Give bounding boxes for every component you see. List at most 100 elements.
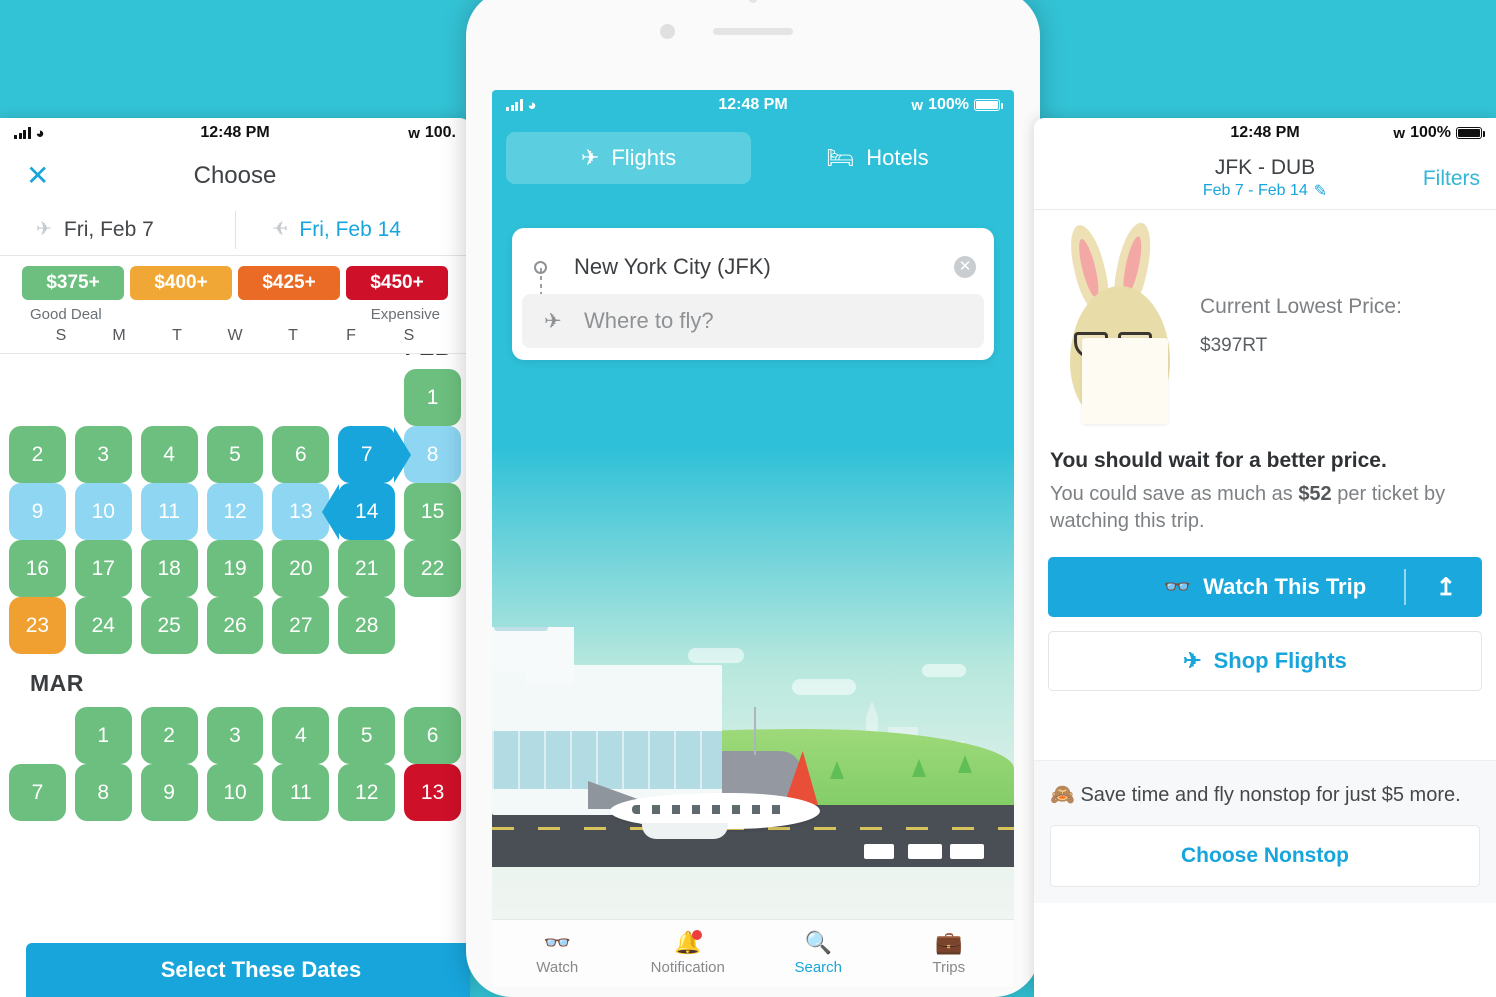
- signal-bars-icon: [506, 99, 523, 111]
- center-phone-device: ◕ 12:48 PM w 100% ✈ Flights 🛏 Hotels New Yo…: [466, 0, 1040, 997]
- calendar-day-feb-9[interactable]: 9: [9, 483, 66, 540]
- calendar-day-feb-18[interactable]: 18: [140, 540, 198, 597]
- calendar-day-feb-17[interactable]: 17: [74, 540, 132, 597]
- calendar-day-feb-8[interactable]: 8: [404, 426, 461, 483]
- calendar-day-feb-21[interactable]: 21: [338, 540, 396, 597]
- calendar-day-feb-26[interactable]: 26: [206, 597, 264, 654]
- date-range-tabs: ✈ Fri, Feb 7 ✈ Fri, Feb 14: [0, 204, 470, 256]
- calendar-day-feb-25[interactable]: 25: [140, 597, 198, 654]
- left-status-bar: ◕ 12:48 PM w 100.: [0, 118, 470, 148]
- close-icon[interactable]: ✕: [26, 162, 49, 190]
- tab-watch[interactable]: 👓 Watch: [492, 920, 623, 987]
- calendar-day-mar-4[interactable]: 4: [272, 707, 330, 764]
- calendar-scroll-area[interactable]: FEB1234567891011121314151617181920212223…: [0, 354, 470, 916]
- calendar-day-feb-12[interactable]: 12: [206, 483, 264, 540]
- share-icon[interactable]: ↥: [1436, 573, 1456, 602]
- pencil-icon[interactable]: ✎: [1314, 181, 1327, 201]
- calendar-day-feb-7[interactable]: 7: [338, 426, 396, 483]
- calendar-day-mar-8[interactable]: 8: [74, 764, 132, 821]
- tab-search[interactable]: 🔍 Search: [753, 920, 884, 987]
- calendar-day-mar-5[interactable]: 5: [338, 707, 396, 764]
- shop-flights-label: Shop Flights: [1213, 648, 1347, 673]
- advice-savings-amount: $52: [1298, 483, 1332, 505]
- screenshot-stage: ◕ 12:48 PM w 100. ✕ Choose ✈ Fri, Feb 7 …: [0, 0, 1496, 997]
- calendar-day-feb-16[interactable]: 16: [9, 540, 66, 597]
- watch-this-trip-button[interactable]: 👓 Watch This Trip ↥: [1048, 557, 1482, 617]
- current-lowest-price-value: $397RT: [1200, 321, 1402, 360]
- calendar-day-mar-6[interactable]: 6: [404, 707, 461, 764]
- calendar-week-row: 123456: [0, 707, 470, 764]
- calendar-day-feb-23[interactable]: 23: [9, 597, 66, 654]
- front-camera-icon: [660, 24, 675, 39]
- magnifier-icon: 🔍: [804, 929, 832, 955]
- choose-nonstop-button[interactable]: Choose Nonstop: [1050, 825, 1480, 887]
- calendar-day-feb-28[interactable]: 28: [338, 597, 396, 654]
- tab-notification[interactable]: 🔔 Notification: [623, 920, 754, 987]
- right-status-bar: 12:48 PM w 100%: [1034, 118, 1496, 148]
- calendar-day-feb-19[interactable]: 19: [206, 540, 264, 597]
- price-legend-chip-3: $450+: [346, 266, 448, 300]
- status-left-group: ◕: [506, 98, 537, 113]
- airport-terminal-illustration: [492, 627, 1014, 867]
- tab-label: Watch: [536, 958, 579, 976]
- calendar-day-feb-1[interactable]: 1: [404, 369, 461, 426]
- destination-placeholder: Where to fly?: [584, 308, 714, 333]
- wifi-icon: ◕: [527, 96, 537, 114]
- calendar-day-feb-22[interactable]: 22: [404, 540, 461, 597]
- binoculars-icon: 👓: [1163, 574, 1192, 599]
- flights-hotels-segmented-control: ✈ Flights 🛏 Hotels: [492, 120, 1014, 184]
- calendar-day-feb-3[interactable]: 3: [74, 426, 132, 483]
- clear-circle-icon[interactable]: ✕: [954, 256, 976, 278]
- calendar-day-feb-13[interactable]: 13: [272, 483, 330, 540]
- status-time: 12:48 PM: [200, 124, 270, 141]
- calendar-day-feb-11[interactable]: 11: [140, 483, 198, 540]
- calendar-day-feb-15[interactable]: 15: [404, 483, 461, 540]
- depart-date-label: Fri, Feb 7: [63, 217, 154, 241]
- return-date-tab[interactable]: ✈ Fri, Feb 14: [236, 218, 471, 242]
- day-header-6: S: [403, 327, 415, 344]
- tab-label: Notification: [650, 958, 725, 976]
- status-right-group: w 100%: [1393, 124, 1485, 142]
- calendar-day-feb-2[interactable]: 2: [9, 426, 66, 483]
- plane-return-icon: ✈: [271, 219, 288, 240]
- calendar-day-empty: [75, 369, 132, 426]
- calendar-day-empty: [338, 369, 395, 426]
- calendar-day-mar-9[interactable]: 9: [140, 764, 198, 821]
- date-range-edit[interactable]: Feb 7 - Feb 14 ✎: [1203, 181, 1327, 201]
- filters-button[interactable]: Filters: [1423, 167, 1480, 191]
- calendar-day-mar-3[interactable]: 3: [206, 707, 264, 764]
- status-right-group: w 100.: [408, 124, 456, 142]
- calendar-day-mar-12[interactable]: 12: [338, 764, 396, 821]
- calendar-day-feb-5[interactable]: 5: [206, 426, 264, 483]
- tab-trips[interactable]: 💼 Trips: [884, 920, 1015, 987]
- calendar-day-mar-13[interactable]: 13: [404, 764, 461, 821]
- center-phone-screen: ◕ 12:48 PM w 100% ✈ Flights 🛏 Hotels New Yo…: [492, 90, 1014, 939]
- calendar-day-feb-20[interactable]: 20: [272, 540, 330, 597]
- segment-hotels[interactable]: 🛏 Hotels: [755, 132, 1000, 184]
- select-these-dates-button[interactable]: Select These Dates: [26, 943, 470, 997]
- depart-date-tab[interactable]: ✈ Fri, Feb 7: [0, 218, 235, 242]
- center-status-bar: ◕ 12:48 PM w 100%: [492, 90, 1014, 120]
- calendar-day-feb-27[interactable]: 27: [272, 597, 330, 654]
- proximity-sensor-icon: [748, 0, 758, 3]
- calendar-day-mar-2[interactable]: 2: [140, 707, 198, 764]
- calendar-day-mar-7[interactable]: 7: [9, 764, 66, 821]
- calendar-day-feb-4[interactable]: 4: [140, 426, 198, 483]
- shop-flights-button[interactable]: ✈ Shop Flights: [1048, 631, 1482, 691]
- origin-field[interactable]: New York City (JFK) ✕: [512, 240, 994, 294]
- calendar-day-mar-11[interactable]: 11: [272, 764, 330, 821]
- calendar-week-row: 1: [0, 369, 470, 426]
- calendar-day-feb-10[interactable]: 10: [74, 483, 132, 540]
- segment-flights[interactable]: ✈ Flights: [506, 132, 751, 184]
- price-advice-section: Current Lowest Price: $397RT You should …: [1034, 210, 1496, 707]
- destination-field[interactable]: ✈ Where to fly?: [522, 294, 984, 348]
- calendar-day-mar-10[interactable]: 10: [206, 764, 264, 821]
- calendar-day-feb-6[interactable]: 6: [272, 426, 330, 483]
- bottom-tab-bar: 👓 Watch 🔔 Notification 🔍 Search 💼 Trips: [492, 919, 1014, 987]
- calendar-day-empty: [141, 369, 198, 426]
- calendar-day-feb-14[interactable]: 14: [338, 483, 396, 540]
- tab-label: Trips: [932, 958, 966, 976]
- calendar-day-feb-24[interactable]: 24: [74, 597, 132, 654]
- calendar-day-mar-1[interactable]: 1: [74, 707, 132, 764]
- price-suffix: RT: [1242, 335, 1268, 356]
